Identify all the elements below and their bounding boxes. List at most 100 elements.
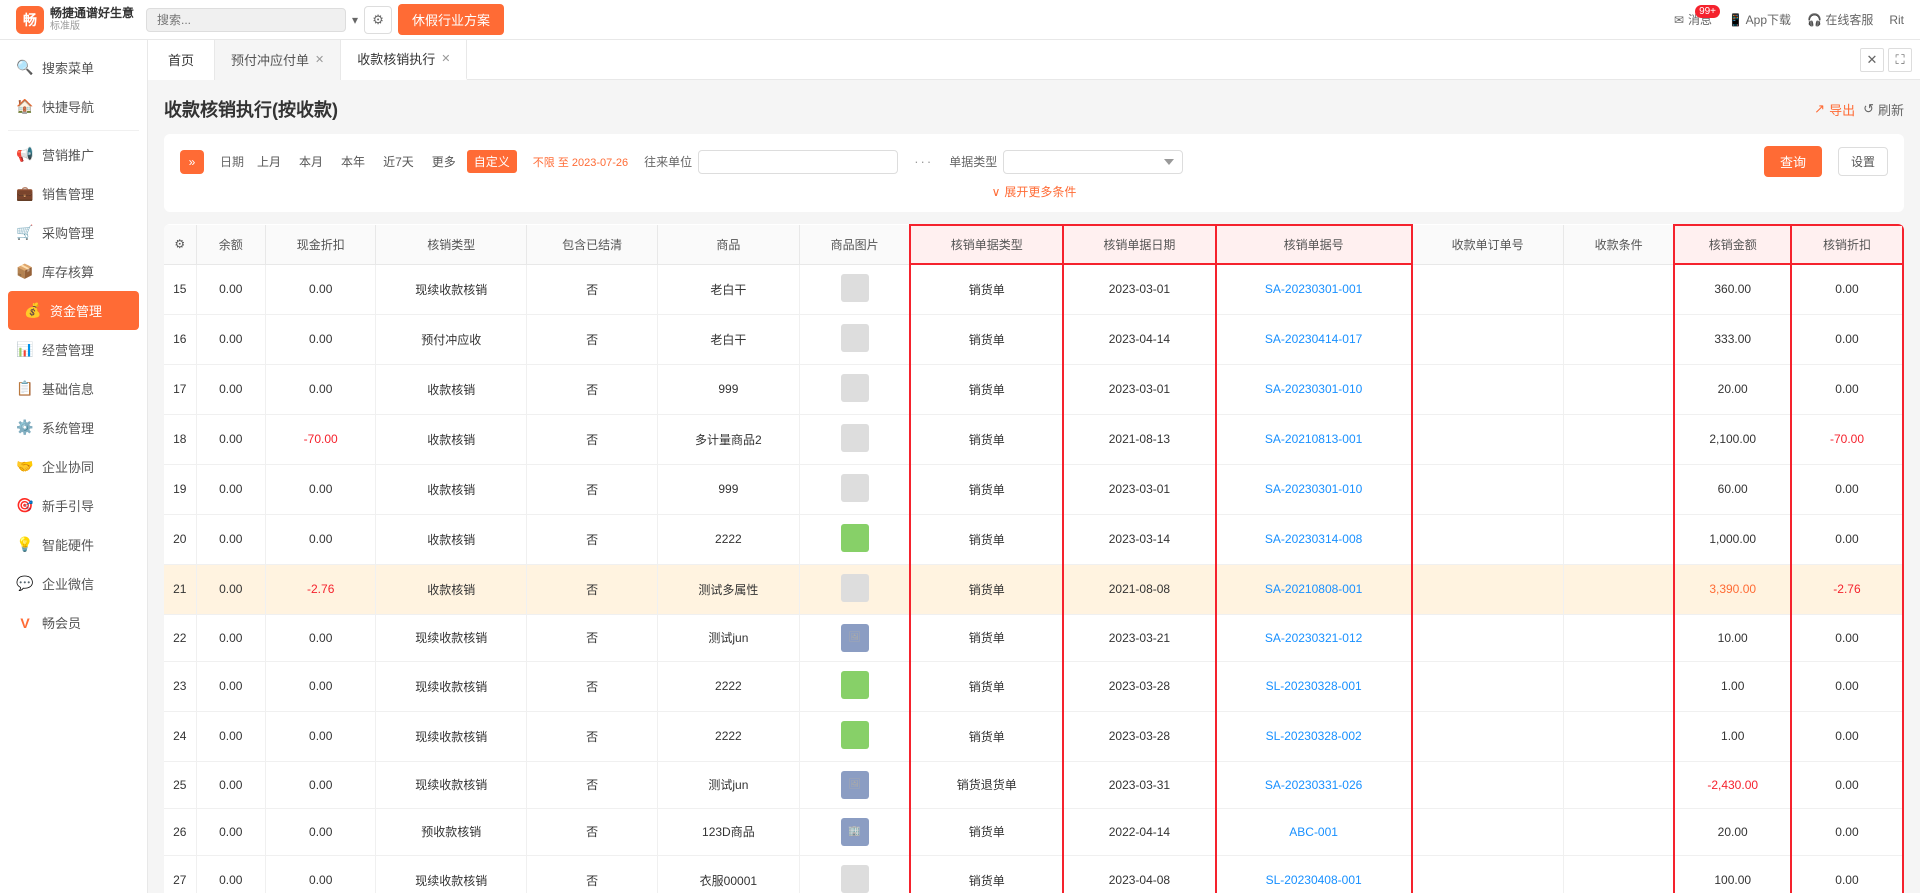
cell-goods-img [799,855,910,893]
sidebar-item-inventory[interactable]: 📦 库存核算 [0,252,147,291]
cell-no: 19 [164,464,196,514]
cell-bill-no[interactable]: SA-20230301-001 [1216,264,1412,314]
filter-expand-btn[interactable]: » [180,150,204,174]
cell-write-off-type: 收款核销 [376,464,527,514]
cell-goods-img [799,514,910,564]
cell-amount: 100.00 [1674,855,1791,893]
cell-discount: 0.00 [1791,614,1903,661]
message-badge[interactable]: ✉ 消息 99+ [1674,11,1712,28]
online-service[interactable]: 🎧 在线客服 [1807,11,1873,28]
expand-window-btn[interactable]: ⛶ [1888,48,1912,72]
cell-bill-no[interactable]: SA-20230301-010 [1216,464,1412,514]
gear-icon[interactable]: ⚙ [364,6,392,34]
sidebar-item-wechat[interactable]: 💬 企业微信 [0,564,147,603]
tab-home[interactable]: 首页 [148,40,215,80]
cell-receipt-no [1412,614,1564,661]
top-bar-left: 畅 畅捷通谱好生意 标准版 ▾ ⚙ 休假行业方案 [16,4,504,35]
filter-partner-group: 往来单位 [644,150,898,174]
cell-cash-discount: -70.00 [266,414,376,464]
username[interactable]: Rit [1889,13,1904,27]
cell-bill-no[interactable]: SA-20230331-026 [1216,761,1412,808]
cell-discount: 0.00 [1791,711,1903,761]
cell-cash-discount: 0.00 [266,464,376,514]
cell-receipt-no [1412,414,1564,464]
tab-prepayment-close[interactable]: ✕ [315,53,324,66]
industry-button[interactable]: 休假行业方案 [398,4,504,35]
cell-goods: 测试多属性 [657,564,799,614]
bill-type-label: 单据类型 [949,153,997,170]
cell-cash-discount: 0.00 [266,264,376,314]
sidebar-item-sales[interactable]: 💼 销售管理 [0,174,147,213]
tab-write-off[interactable]: 收款核销执行 ✕ [341,40,467,80]
cell-write-off-type: 现续收款核销 [376,661,527,711]
date-this-year[interactable]: 本年 [334,150,372,173]
cell-include-settled: 否 [527,855,658,893]
sidebar-item-purchase[interactable]: 🛒 采购管理 [0,213,147,252]
brand-icon: 畅 [16,6,44,34]
cell-balance: 0.00 [196,761,266,808]
query-button[interactable]: 查询 [1764,146,1822,177]
partner-input[interactable] [698,150,898,174]
date-7days[interactable]: 近7天 [376,150,421,173]
cell-bill-no[interactable]: SL-20230408-001 [1216,855,1412,893]
cell-balance: 0.00 [196,564,266,614]
tab-write-off-close[interactable]: ✕ [441,52,450,65]
sidebar-item-guide[interactable]: 🎯 新手引导 [0,486,147,525]
cell-bill-no[interactable]: SA-20230414-017 [1216,314,1412,364]
cell-include-settled: 否 [527,514,658,564]
date-this-month[interactable]: 本月 [292,150,330,173]
tab-bar: 首页 预付冲应付单 ✕ 收款核销执行 ✕ ✕ ⛶ [148,40,1920,80]
cell-receipt-no [1412,661,1564,711]
setting-button[interactable]: 设置 [1838,147,1888,176]
sidebar-item-basic[interactable]: 📋 基础信息 [0,369,147,408]
col-goods: 商品 [657,225,799,264]
date-last-month[interactable]: 上月 [250,150,288,173]
sidebar-item-marketing[interactable]: 📢 营销推广 [0,135,147,174]
date-custom[interactable]: 自定义 [467,150,517,173]
cell-balance: 0.00 [196,808,266,855]
tab-prepayment[interactable]: 预付冲应付单 ✕ [215,40,341,80]
cell-balance: 0.00 [196,855,266,893]
cell-bill-date: 2023-03-31 [1063,761,1216,808]
cell-bill-no[interactable]: SA-20230321-012 [1216,614,1412,661]
sidebar-item-hardware[interactable]: 💡 智能硬件 [0,525,147,564]
app-download[interactable]: 📱 App下载 [1728,11,1791,28]
expand-more[interactable]: ∨ 展开更多条件 [180,177,1888,200]
cell-bill-no[interactable]: SL-20230328-002 [1216,711,1412,761]
basic-icon: 📋 [16,380,34,398]
date-more[interactable]: 更多 [425,150,463,173]
cell-goods: 多计量商品2 [657,414,799,464]
cell-no: 16 [164,314,196,364]
close-window-btn[interactable]: ✕ [1860,48,1884,72]
data-table: ⚙ 余额 现金折扣 核销类型 包含已结清 商品 商品图片 核销单据类型 核销单据… [164,224,1904,893]
dropdown-arrow[interactable]: ▾ [352,13,358,27]
cell-bill-no[interactable]: SA-20210813-001 [1216,414,1412,464]
cell-bill-no[interactable]: SA-20210808-001 [1216,564,1412,614]
bill-type-select[interactable] [1003,150,1183,174]
cell-conditions [1563,264,1674,314]
sidebar-item-finance[interactable]: 💰 资金管理 [8,291,139,330]
content: 收款核销执行(按收款) ↗ 导出 ↺ 刷新 » 日 [148,80,1920,893]
table-row: 15 0.00 0.00 现续收款核销 否 老白干 销货单 2023-03-01… [164,264,1903,314]
refresh-button[interactable]: ↺ 刷新 [1863,100,1904,119]
sidebar-item-corp[interactable]: 🤝 企业协同 [0,447,147,486]
table-row: 27 0.00 0.00 现续收款核销 否 衣服00001 销货单 2023-0… [164,855,1903,893]
sidebar-item-search[interactable]: 🔍 搜索菜单 [0,48,147,87]
cell-balance: 0.00 [196,464,266,514]
cell-write-off-type: 预收款核销 [376,808,527,855]
sidebar-divider [8,130,139,131]
export-button[interactable]: ↗ 导出 [1814,100,1855,119]
cell-bill-no[interactable]: SA-20230314-008 [1216,514,1412,564]
sidebar-item-member[interactable]: V 畅会员 [0,603,147,642]
sidebar-item-nav[interactable]: 🏠 快捷导航 [0,87,147,126]
cell-bill-no[interactable]: SA-20230301-010 [1216,364,1412,414]
col-settings[interactable]: ⚙ [164,225,196,264]
cell-cash-discount: -2.76 [266,564,376,614]
sidebar-item-system[interactable]: ⚙️ 系统管理 [0,408,147,447]
sidebar-item-operation[interactable]: 📊 经营管理 [0,330,147,369]
cell-bill-no[interactable]: SL-20230328-001 [1216,661,1412,711]
cell-goods: 衣服00001 [657,855,799,893]
search-input[interactable] [146,8,346,32]
corp-icon: 🤝 [16,458,34,476]
cell-bill-no[interactable]: ABC-001 [1216,808,1412,855]
